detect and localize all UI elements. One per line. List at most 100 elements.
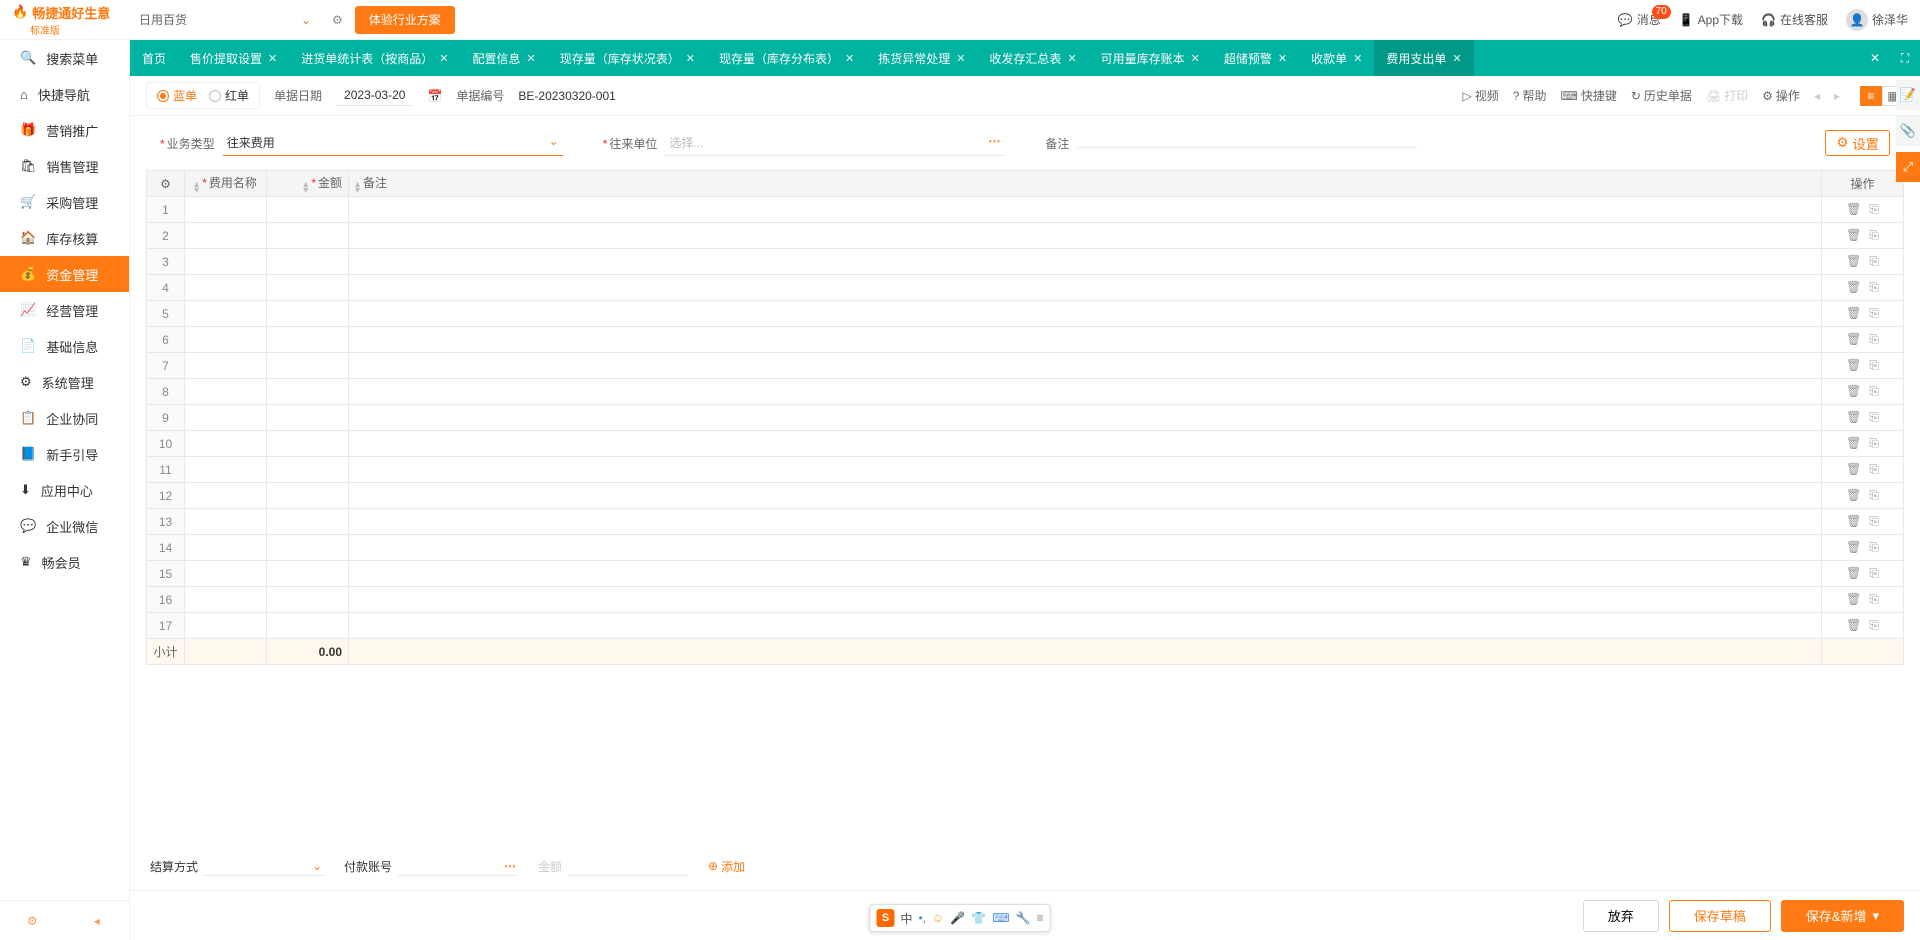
help-button[interactable]: ?帮助 — [1513, 87, 1547, 104]
sidebar-settings-button[interactable]: ⚙ — [0, 901, 65, 940]
table-header-remark[interactable]: ▴▾备注 — [349, 171, 1822, 197]
add-payment-button[interactable]: ⊕添加 — [708, 858, 745, 875]
cell-fee-name[interactable] — [185, 483, 267, 509]
cell-fee-name[interactable] — [185, 197, 267, 223]
sidebar-item[interactable]: 🏠库存核算 — [0, 220, 129, 256]
support-button[interactable]: 🎧 在线客服 — [1761, 11, 1828, 28]
tab[interactable]: 配置信息✕ — [460, 40, 547, 76]
cell-amount[interactable] — [267, 327, 349, 353]
cell-fee-name[interactable] — [185, 223, 267, 249]
delete-row-icon[interactable]: 🗑 — [1846, 358, 1861, 372]
cell-fee-name[interactable] — [185, 301, 267, 327]
cell-remark[interactable] — [349, 405, 1822, 431]
radio-blue[interactable]: 蓝单 — [157, 87, 197, 104]
category-select[interactable]: 日用百货 ⌄ — [130, 6, 320, 34]
payment-amount-input[interactable] — [568, 856, 688, 876]
cell-remark[interactable] — [349, 327, 1822, 353]
cell-remark[interactable] — [349, 275, 1822, 301]
cell-fee-name[interactable] — [185, 431, 267, 457]
gear-icon[interactable]: ⚙ — [332, 13, 343, 27]
cell-amount[interactable] — [267, 561, 349, 587]
delete-row-icon[interactable]: 🗑 — [1846, 488, 1861, 502]
table-header-gear[interactable]: ⚙ — [147, 171, 185, 197]
copy-row-icon[interactable]: ⎘ — [1869, 358, 1879, 372]
account-select[interactable]: ⋯ — [398, 856, 518, 876]
calendar-icon[interactable]: 📅 — [427, 89, 442, 103]
sidebar-item[interactable]: ⌂快捷导航 — [0, 76, 129, 112]
close-icon[interactable]: ✕ — [845, 52, 854, 65]
cell-remark[interactable] — [349, 379, 1822, 405]
remark-input[interactable] — [1077, 139, 1417, 148]
tab[interactable]: 首页 — [130, 40, 178, 76]
delete-row-icon[interactable]: 🗑 — [1846, 202, 1861, 216]
copy-row-icon[interactable]: ⎘ — [1869, 488, 1879, 502]
biz-type-select[interactable]: 往来费用 ⌄ — [223, 130, 563, 156]
video-button[interactable]: ▷视频 — [1463, 87, 1499, 104]
settlement-select[interactable]: ⌄ — [204, 856, 324, 876]
sidebar-item[interactable]: 📋企业协同 — [0, 400, 129, 436]
delete-row-icon[interactable]: 🗑 — [1846, 618, 1861, 632]
delete-row-icon[interactable]: 🗑 — [1846, 540, 1861, 554]
copy-row-icon[interactable]: ⎘ — [1869, 618, 1879, 632]
cell-remark[interactable] — [349, 431, 1822, 457]
counterparty-select[interactable]: 选择... ⋯ — [665, 130, 1005, 156]
copy-row-icon[interactable]: ⎘ — [1869, 410, 1879, 424]
sidebar-item[interactable]: 🛍销售管理 — [0, 148, 129, 184]
delete-row-icon[interactable]: 🗑 — [1846, 228, 1861, 242]
tab[interactable]: 可用量库存账本✕ — [1089, 40, 1212, 76]
cell-amount[interactable] — [267, 483, 349, 509]
cell-amount[interactable] — [267, 613, 349, 639]
copy-row-icon[interactable]: ⎘ — [1869, 306, 1879, 320]
copy-row-icon[interactable]: ⎘ — [1869, 514, 1879, 528]
close-icon[interactable]: ✕ — [1278, 52, 1287, 65]
cell-fee-name[interactable] — [185, 587, 267, 613]
cell-remark[interactable] — [349, 587, 1822, 613]
view-list-button[interactable]: ≡ — [1860, 86, 1882, 106]
cell-remark[interactable] — [349, 353, 1822, 379]
save-and-new-button[interactable]: 保存&新增 ▾ — [1781, 900, 1904, 932]
close-icon[interactable]: ✕ — [527, 52, 536, 65]
cta-button[interactable]: 体验行业方案 — [355, 6, 455, 34]
tab[interactable]: 收款单✕ — [1299, 40, 1374, 76]
rail-attach-button[interactable]: 📎 — [1896, 116, 1920, 146]
tab[interactable]: 现存量（库存状况表）✕ — [548, 40, 707, 76]
cell-amount[interactable] — [267, 509, 349, 535]
close-icon[interactable]: ✕ — [1353, 52, 1362, 65]
cell-amount[interactable] — [267, 353, 349, 379]
close-icon[interactable]: ✕ — [1452, 52, 1461, 65]
copy-row-icon[interactable]: ⎘ — [1869, 254, 1879, 268]
sidebar-collapse-button[interactable]: ◂ — [65, 901, 130, 940]
tab[interactable]: 进货单统计表（按商品）✕ — [289, 40, 460, 76]
tab[interactable]: 收发存汇总表✕ — [977, 40, 1088, 76]
delete-row-icon[interactable]: 🗑 — [1846, 254, 1861, 268]
copy-row-icon[interactable]: ⎘ — [1869, 592, 1879, 606]
delete-row-icon[interactable]: 🗑 — [1846, 384, 1861, 398]
tab[interactable]: 现存量（库存分布表）✕ — [707, 40, 866, 76]
date-value[interactable]: 2023-03-20 — [336, 85, 413, 106]
copy-row-icon[interactable]: ⎘ — [1869, 566, 1879, 580]
cell-fee-name[interactable] — [185, 379, 267, 405]
tabs-fullscreen-button[interactable]: ⛶ — [1890, 40, 1920, 76]
hotkey-button[interactable]: ⌨快捷键 — [1560, 87, 1616, 104]
delete-row-icon[interactable]: 🗑 — [1846, 514, 1861, 528]
copy-row-icon[interactable]: ⎘ — [1869, 540, 1879, 554]
delete-row-icon[interactable]: 🗑 — [1846, 280, 1861, 294]
radio-red[interactable]: 红单 — [209, 87, 249, 104]
cell-amount[interactable] — [267, 405, 349, 431]
copy-row-icon[interactable]: ⎘ — [1869, 202, 1879, 216]
cell-remark[interactable] — [349, 509, 1822, 535]
cell-amount[interactable] — [267, 223, 349, 249]
rail-note-button[interactable]: 📝 — [1896, 80, 1920, 110]
sidebar-item[interactable]: 💰资金管理 — [0, 256, 129, 292]
delete-row-icon[interactable]: 🗑 — [1846, 566, 1861, 580]
cell-amount[interactable] — [267, 301, 349, 327]
close-icon[interactable]: ✕ — [1191, 52, 1200, 65]
cell-fee-name[interactable] — [185, 249, 267, 275]
cell-amount[interactable] — [267, 249, 349, 275]
cell-fee-name[interactable] — [185, 509, 267, 535]
copy-row-icon[interactable]: ⎘ — [1869, 462, 1879, 476]
cell-fee-name[interactable] — [185, 613, 267, 639]
sidebar-item[interactable]: 💬企业微信 — [0, 508, 129, 544]
cell-amount[interactable] — [267, 379, 349, 405]
cell-remark[interactable] — [349, 457, 1822, 483]
